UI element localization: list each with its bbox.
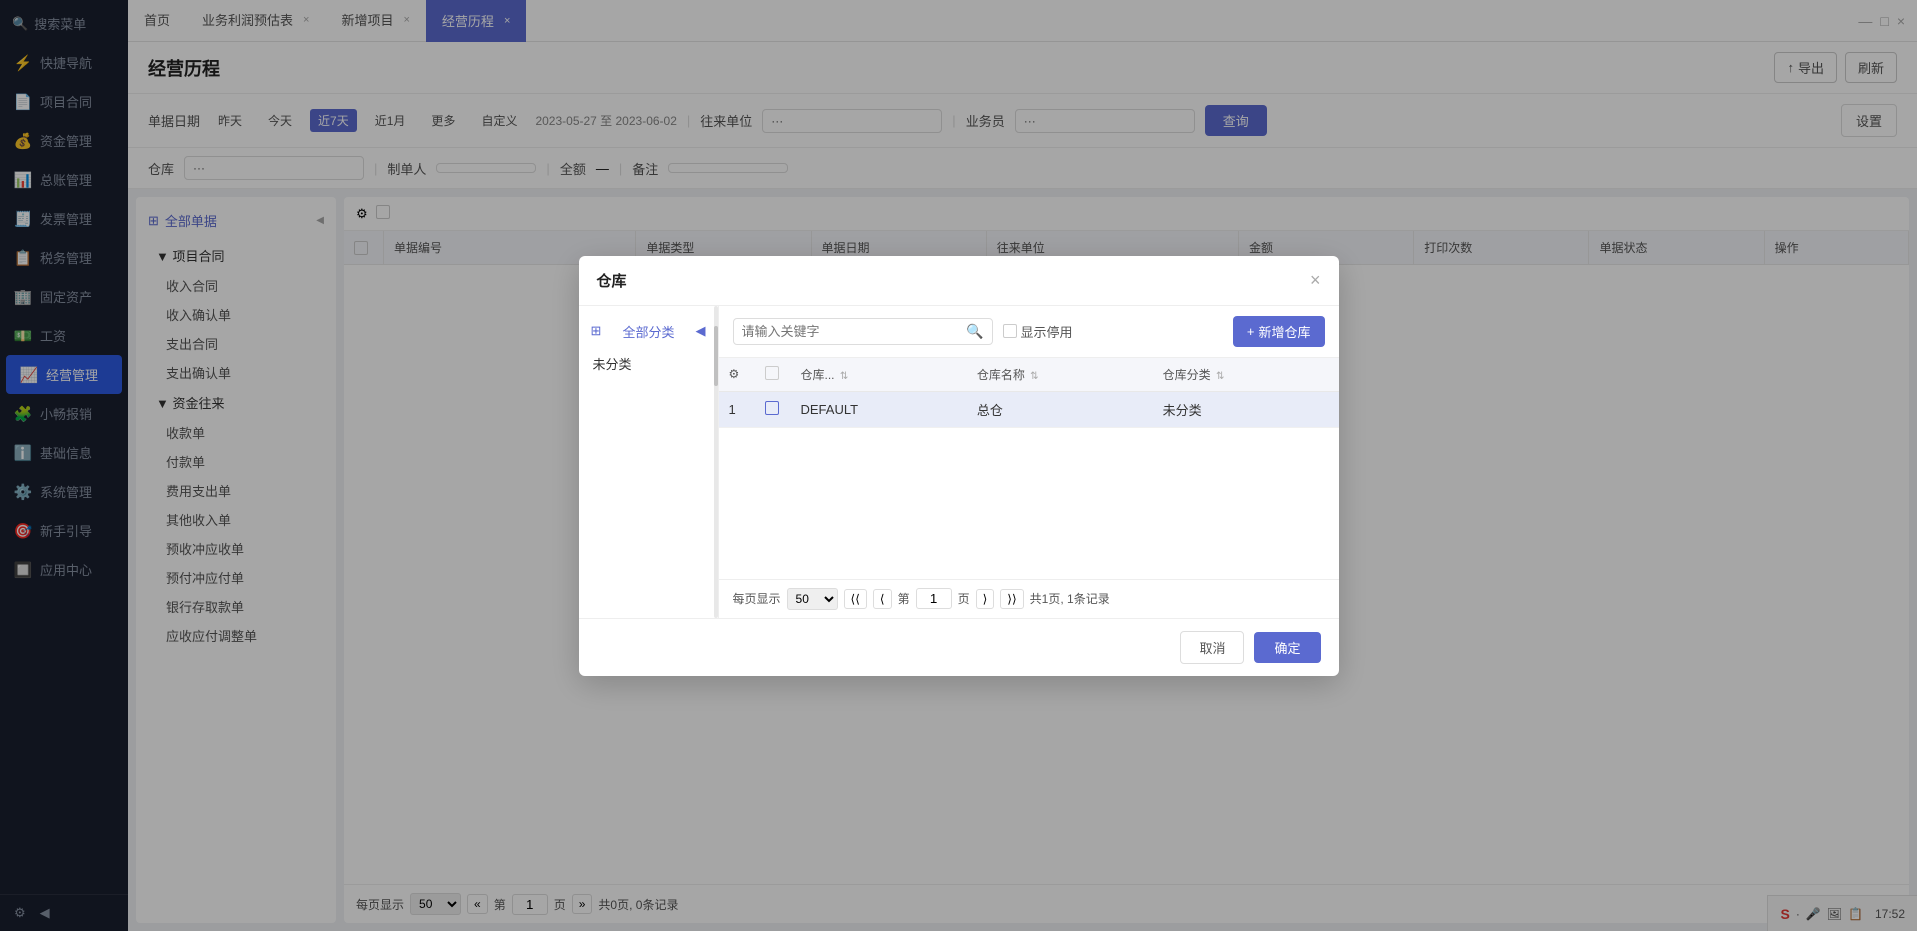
row-name: 总仓 [967, 391, 1153, 427]
modal-last-btn[interactable]: ⟩⟩ [1000, 589, 1023, 609]
modal-page-label: 页 [958, 590, 970, 607]
modal-table: ⚙ 仓库... ⇅ 仓库名称 ⇅ [719, 358, 1339, 579]
grid-icon2: ⊞ [591, 323, 602, 339]
all-categories-label: 全部分类 [622, 322, 674, 341]
modal-overlay: 仓库 × ⊞ 全部分类 ◀ 未分类 [0, 0, 1917, 931]
row-checkbox[interactable] [755, 391, 791, 427]
modal-first-btn[interactable]: ⟨⟨ [844, 589, 867, 609]
warehouse-modal: 仓库 × ⊞ 全部分类 ◀ 未分类 [579, 256, 1339, 676]
modal-per-page-select[interactable]: 50 100 [787, 588, 838, 610]
confirm-button[interactable]: 确定 [1254, 632, 1320, 663]
th-select-all [755, 358, 791, 392]
sort-icon-cat: ⇅ [1216, 371, 1224, 382]
th-warehouse-category[interactable]: 仓库分类 ⇅ [1153, 358, 1339, 392]
modal-left-scrollbar[interactable] [714, 306, 718, 618]
row-seq: 1 [719, 391, 755, 427]
modal-uncategorized[interactable]: 未分类 [579, 347, 718, 380]
modal-search-input[interactable] [742, 324, 967, 339]
modal-title: 仓库 [597, 270, 627, 291]
sort-icon-id: ⇅ [840, 371, 848, 382]
th-warehouse-id[interactable]: 仓库... ⇅ [791, 358, 967, 392]
collapse-modal-icon[interactable]: ◀ [695, 323, 705, 339]
modal-header: 仓库 × [579, 256, 1339, 306]
modal-close-button[interactable]: × [1310, 270, 1321, 291]
modal-page-label-prefix: 第 [898, 590, 910, 607]
modal-per-page-label: 每页显示 [733, 590, 781, 607]
uncategorized-label: 未分类 [593, 357, 632, 372]
modal-search-box[interactable]: 🔍 [733, 318, 993, 345]
show-disabled-checkbox[interactable] [1003, 324, 1017, 338]
modal-all-categories[interactable]: ⊞ 全部分类 ◀ [579, 316, 718, 347]
row-code: DEFAULT [791, 391, 967, 427]
show-disabled-text: 显示停用 [1021, 322, 1073, 341]
modal-next-btn[interactable]: ⟩ [976, 589, 995, 609]
modal-left-panel: ⊞ 全部分类 ◀ 未分类 [579, 306, 719, 618]
sort-icon-name: ⇅ [1030, 371, 1038, 382]
table-row[interactable]: 1 DEFAULT 总仓 未分类 [719, 391, 1339, 427]
modal-prev-btn[interactable]: ⟨ [873, 589, 892, 609]
scrollbar-thumb [714, 326, 718, 386]
add-icon: + [1247, 324, 1255, 339]
th-warehouse-name[interactable]: 仓库名称 ⇅ [967, 358, 1153, 392]
add-btn-label: 新增仓库 [1258, 322, 1310, 341]
modal-total-label: 共1页, 1条记录 [1030, 590, 1110, 607]
modal-footer: 取消 确定 [579, 618, 1339, 676]
add-warehouse-button[interactable]: + 新增仓库 [1233, 316, 1325, 347]
modal-select-all[interactable] [765, 366, 779, 380]
cancel-button[interactable]: 取消 [1180, 631, 1244, 664]
show-disabled-label[interactable]: 显示停用 [1003, 322, 1073, 341]
modal-pagination: 每页显示 50 100 ⟨⟨ ⟨ 第 页 ⟩ ⟩⟩ 共1页, 1条记录 [719, 579, 1339, 618]
modal-search-icon: 🔍 [966, 323, 983, 340]
modal-toolbar: 🔍 显示停用 + 新增仓库 [719, 306, 1339, 358]
row-category: 未分类 [1153, 391, 1339, 427]
modal-right-panel: 🔍 显示停用 + 新增仓库 [719, 306, 1339, 618]
modal-page-input[interactable] [916, 588, 952, 609]
modal-body: ⊞ 全部分类 ◀ 未分类 🔍 [579, 306, 1339, 618]
th-settings: ⚙ [719, 358, 755, 392]
